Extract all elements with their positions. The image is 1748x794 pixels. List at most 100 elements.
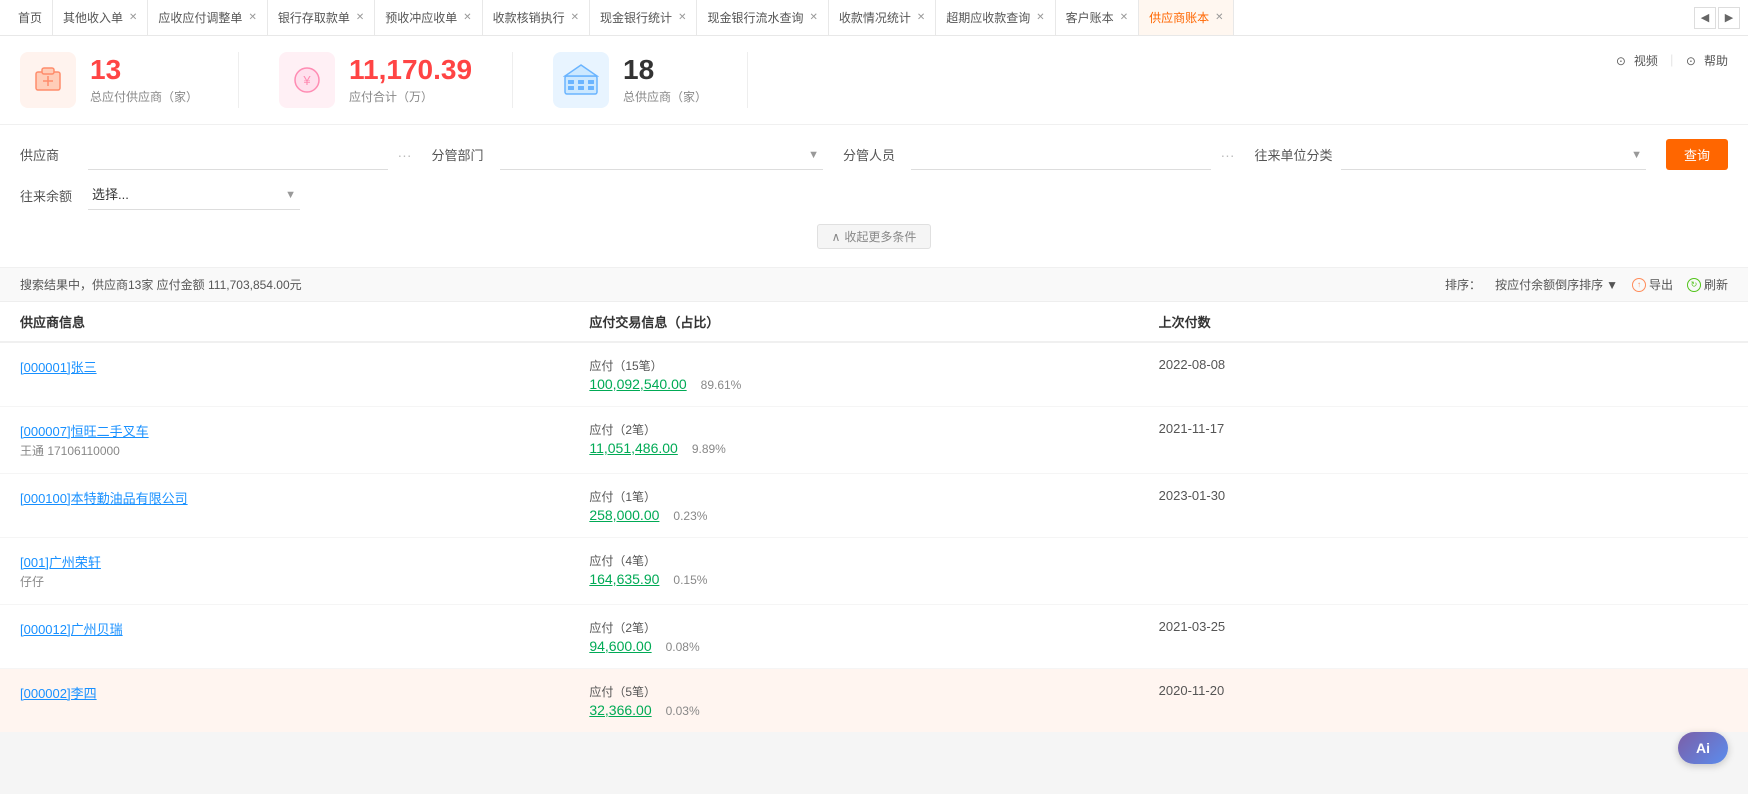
payable-amount-label: 应付合计（万） [349,88,472,105]
tx-row: 258,000.00 0.23% [589,505,1158,523]
dept-label: 分管部门 [432,145,492,164]
supplier-link[interactable]: [000002]李四 [20,683,589,702]
close-icon[interactable]: ✕ [129,12,137,23]
supplier-input[interactable] [88,140,388,170]
total-supplier-label: 总供应商（家） [623,88,707,105]
supplier-info-cell: [001]广州荣轩 仔仔 [20,552,589,590]
tx-label: 应付（4笔） [589,552,1158,569]
tx-amount[interactable]: 258,000.00 [589,507,659,523]
last-pay-cell: 2021-11-17 [1159,421,1728,436]
tx-amount[interactable]: 164,635.90 [589,571,659,587]
tx-label: 应付（2笔） [589,421,1158,438]
sort-label: 排序： [1445,276,1481,293]
supplier-link[interactable]: [000100]本特勤油品有限公司 [20,488,589,507]
tx-amount[interactable]: 11,051,486.00 [589,440,678,456]
nav-next-button[interactable]: ▶ [1718,7,1740,29]
tx-amount[interactable]: 32,366.00 [589,702,651,718]
result-actions: 排序： 按应付余额倒序排序 ▼ ↑ 导出 ↻ 刷新 [1445,276,1728,293]
search-button[interactable]: 查询 [1666,139,1728,170]
tx-label: 应付（5笔） [589,683,1158,700]
total-suppliers-icon [553,52,609,108]
nav-tab-bank[interactable]: 银行存取款单 ✕ [268,0,375,36]
tx-row: 164,635.90 0.15% [589,569,1158,587]
unit-cat-select[interactable] [1341,140,1646,170]
last-pay-cell: 2023-01-30 [1159,488,1728,503]
supplier-link[interactable]: [000001]张三 [20,357,589,376]
stats-bar: 13 总应付供应商（家） ¥ 11,170.39 应付合计（万） [0,36,1748,125]
close-icon[interactable]: ✕ [248,12,256,23]
collapse-up-icon: ∧ [832,230,841,244]
export-icon: ↑ [1632,278,1646,292]
dept-select-wrapper: ▼ [500,140,824,170]
tx-pct: 0.03% [666,704,700,718]
result-bar: 搜索结果中，供应商13家 应付金额 111,703,854.00元 排序： 按应… [0,268,1748,302]
tx-pct: 0.15% [673,573,707,587]
last-pay-date: 2020-11-20 [1159,683,1225,698]
svg-text:¥: ¥ [302,73,311,88]
nav-tab-other-income[interactable]: 其他收入单 ✕ [53,0,148,36]
payable-count-label: 总应付供应商（家） [90,88,198,105]
close-icon[interactable]: ✕ [1120,12,1128,23]
nav-tab-prepay[interactable]: 预收冲应收单 ✕ [375,0,482,36]
nav-tab-home[interactable]: 首页 [8,0,53,36]
close-icon[interactable]: ✕ [678,12,686,23]
export-button[interactable]: ↑ 导出 [1632,276,1673,293]
supplier-link[interactable]: [000007]恒旺二手叉车 [20,421,589,440]
col2-header: 应付交易信息（占比） [589,312,1158,331]
table-row: [001]广州荣轩 仔仔 应付（4笔） 164,635.90 0.15% [0,538,1748,605]
sort-select[interactable]: 按应付余额倒序排序 ▼ [1495,276,1618,293]
filter-row-1: 供应商 ··· 分管部门 ▼ 分管人员 ··· 往来单位分类 [20,139,1728,170]
separator: ｜ [1666,52,1678,69]
balance-select[interactable]: 选择... [88,180,300,210]
person-input[interactable] [911,140,1211,170]
close-icon[interactable]: ✕ [356,12,364,23]
top-links: ⊙ 视频 ｜ ⊙ 帮助 [1616,52,1728,69]
person-dots-btn[interactable]: ··· [1221,147,1235,163]
close-icon[interactable]: ✕ [1036,12,1044,23]
nav-tab-supplier-ledger[interactable]: 供应商账本 ✕ [1139,0,1234,36]
tx-row: 32,366.00 0.03% [589,700,1158,718]
help-link[interactable]: 帮助 [1704,52,1728,69]
supplier-link[interactable]: [001]广州荣轩 [20,552,589,571]
nav-tab-collection[interactable]: 收款核销执行 ✕ [483,0,590,36]
tx-amount[interactable]: 100,092,540.00 [589,376,686,392]
ai-button[interactable]: Ai [1678,732,1728,764]
close-icon[interactable]: ✕ [809,12,817,23]
close-icon[interactable]: ✕ [1215,12,1223,23]
supplier-dots-btn[interactable]: ··· [398,147,412,163]
tx-pct: 89.61% [701,378,742,392]
refresh-label: 刷新 [1704,276,1728,293]
export-label: 导出 [1649,276,1673,293]
filter-person: 分管人员 ··· [843,140,1235,170]
table-row: [000012]广州贝瑞 应付（2笔） 94,600.00 0.08% 2021… [0,605,1748,669]
last-pay-date: 2021-03-25 [1159,619,1226,634]
video-link[interactable]: 视频 [1634,52,1658,69]
sort-chevron-icon: ▼ [1606,278,1618,292]
close-icon[interactable]: ✕ [463,12,471,23]
payable-count: 13 [90,56,198,84]
refresh-button[interactable]: ↻ 刷新 [1687,276,1728,293]
nav-tab-customer-ledger[interactable]: 客户账本 ✕ [1056,0,1139,36]
nav-tab-payment-stat[interactable]: 收款情况统计 ✕ [829,0,936,36]
filter-unit-cat: 往来单位分类 ▼ [1255,140,1647,170]
tx-info-cell: 应付（2笔） 11,051,486.00 9.89% [589,421,1158,456]
total-supplier-count: 18 [623,56,707,84]
supplier-info-cell: [000001]张三 [20,357,589,376]
supplier-link[interactable]: [000012]广州贝瑞 [20,619,589,638]
last-pay-date: 2023-01-30 [1159,488,1226,503]
dept-select[interactable] [500,140,824,170]
close-icon[interactable]: ✕ [917,12,925,23]
nav-tab-overdue[interactable]: 超期应收款查询 ✕ [936,0,1055,36]
nav-tab-cash-stat[interactable]: 现金银行统计 ✕ [590,0,697,36]
collapse-button[interactable]: ∧ 收起更多条件 [817,224,932,249]
stat-payable-suppliers: 13 总应付供应商（家） [20,52,239,108]
nav-prev-button[interactable]: ◀ [1694,7,1716,29]
tx-amount[interactable]: 94,600.00 [589,638,651,654]
nav-tab-adjustment[interactable]: 应收应付调整单 ✕ [148,0,267,36]
supplier-sub: 仔仔 [20,573,589,590]
supplier-info-cell: [000007]恒旺二手叉车 王通 17106110000 [20,421,589,459]
tx-row: 11,051,486.00 9.89% [589,438,1158,456]
nav-tab-cash-flow[interactable]: 现金银行流水查询 ✕ [697,0,828,36]
filter-balance: 往来余额 选择... ▼ [20,180,300,210]
close-icon[interactable]: ✕ [571,12,579,23]
